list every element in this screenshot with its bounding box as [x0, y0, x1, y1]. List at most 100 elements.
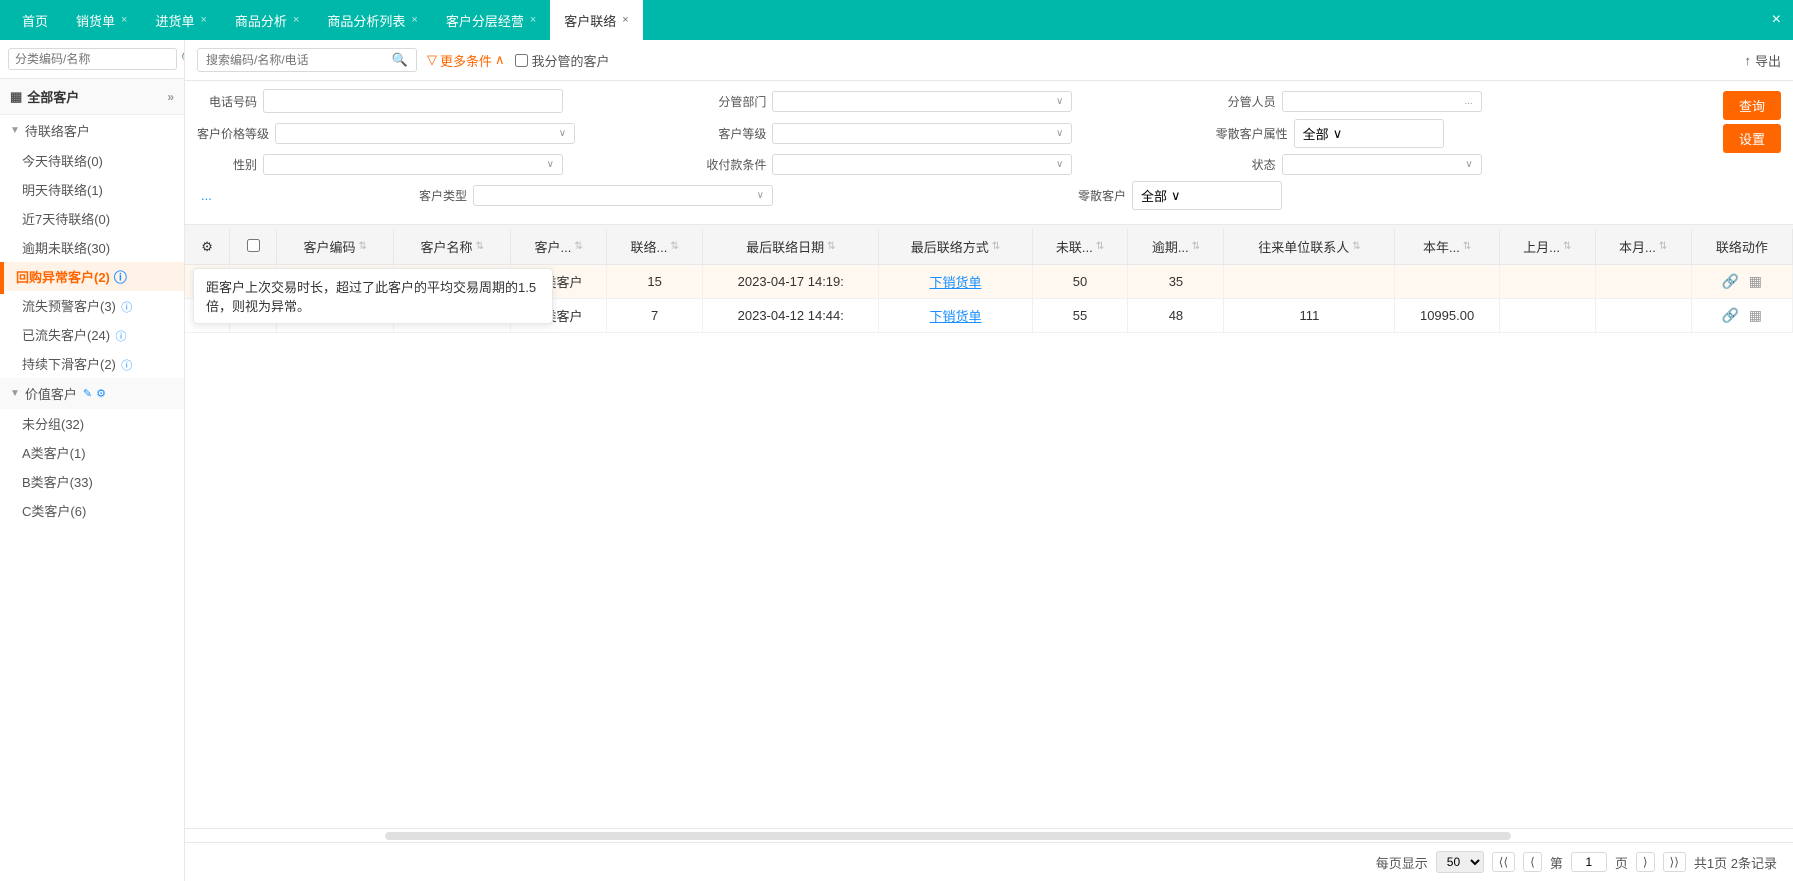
- last-page-button[interactable]: ⟩⟩: [1663, 852, 1686, 872]
- row2-grid-icon[interactable]: ▦: [1749, 307, 1762, 323]
- sort-uncontacted-icon[interactable]: ⇅: [1096, 241, 1104, 252]
- sort-this-year-icon[interactable]: ⇅: [1463, 241, 1471, 252]
- sidebar-item-decline[interactable]: 持续下滑客户(2) ⓘ: [0, 349, 184, 378]
- nav-product-list[interactable]: 商品分析列表 ×: [313, 0, 431, 40]
- settings-value-icon[interactable]: ⚙: [96, 387, 106, 400]
- filter-phone-input[interactable]: [263, 89, 563, 113]
- help-loss-risk-icon[interactable]: ⓘ: [121, 302, 132, 314]
- settings-col-icon[interactable]: ⚙: [201, 239, 213, 254]
- row2-overdue: 48: [1128, 299, 1224, 333]
- nav-sales[interactable]: 销货单 ×: [62, 0, 141, 40]
- filter-search-input[interactable]: [206, 53, 392, 67]
- filter-retail-attr-select[interactable]: 全部 ∨: [1294, 119, 1444, 148]
- nav-home[interactable]: 首页: [8, 0, 62, 40]
- settings-button[interactable]: 设置: [1723, 124, 1781, 153]
- collapse-sidebar-icon[interactable]: »: [167, 90, 174, 104]
- row1-last-month: [1499, 265, 1595, 299]
- query-button[interactable]: 查询: [1723, 91, 1781, 120]
- filter-customer-level-select[interactable]: ∨: [772, 123, 1072, 144]
- sidebar-item-loss-risk[interactable]: 流失预警客户(3) ⓘ: [0, 291, 184, 320]
- sidebar-item-b-class[interactable]: B类客户(33): [0, 467, 184, 496]
- col-checkbox[interactable]: [230, 229, 277, 265]
- filter-price-level-field: 客户价格等级 ∨: [197, 123, 696, 144]
- sidebar-group-value-customers[interactable]: ▼ 价值客户 ✎ ⚙: [0, 378, 184, 409]
- sort-name-icon[interactable]: ⇅: [475, 241, 483, 252]
- row2-last-contact-method[interactable]: 下销货单: [879, 299, 1032, 333]
- sidebar-item-abnormal-repurchase[interactable]: 回购异常客户(2) ⓘ: [0, 262, 184, 291]
- page-size-select[interactable]: 50: [1436, 851, 1484, 873]
- nav-product-analysis[interactable]: 商品分析 ×: [221, 0, 313, 40]
- main-layout: 🔍 ▦ 全部客户 » ▼ 待联络客户 今天待联络(0) 明天待联络(1) 近7天…: [0, 40, 1793, 881]
- sort-overdue-icon[interactable]: ⇅: [1192, 241, 1200, 252]
- row1-grid-icon[interactable]: ▦: [1749, 273, 1762, 289]
- nav-purchase[interactable]: 进货单 ×: [141, 0, 220, 40]
- sort-unit-contact-icon[interactable]: ⇅: [1352, 241, 1360, 252]
- sidebar-item-lost[interactable]: 已流失客户(24) ⓘ: [0, 320, 184, 349]
- all-customers-header[interactable]: ▦ 全部客户 »: [0, 79, 184, 115]
- close-customer-segment-icon[interactable]: ×: [530, 14, 536, 26]
- close-product-analysis-icon[interactable]: ×: [293, 14, 299, 26]
- sort-contact-icon[interactable]: ⇅: [670, 241, 678, 252]
- row2-contact: 7: [607, 299, 703, 333]
- filter-phone-field: 电话号码: [197, 89, 696, 113]
- col-last-month: 上月... ⇅: [1499, 229, 1595, 265]
- row1-last-contact-method[interactable]: 下销货单: [879, 265, 1032, 299]
- export-button[interactable]: ↑ 导出: [1744, 51, 1781, 70]
- help-icon[interactable]: ⓘ: [114, 267, 127, 286]
- filter-payment-select[interactable]: ∨: [772, 154, 1072, 175]
- sort-type-icon[interactable]: ⇅: [574, 241, 582, 252]
- filter-row-1: 电话号码 分管部门 ∨ 分管人员: [197, 89, 1715, 113]
- close-purchase-icon[interactable]: ×: [200, 14, 206, 26]
- close-product-list-icon[interactable]: ×: [411, 14, 417, 26]
- my-customers-checkbox[interactable]: 我分管的客户: [515, 51, 610, 70]
- sort-last-date-icon[interactable]: ⇅: [827, 241, 835, 252]
- sort-last-month-icon[interactable]: ⇅: [1563, 241, 1571, 252]
- nav-customer-segment[interactable]: 客户分层经营 ×: [432, 0, 550, 40]
- filter-status-select[interactable]: ∨: [1282, 154, 1482, 175]
- row2-link-icon[interactable]: 🔗: [1722, 307, 1739, 323]
- close-all-tabs-button[interactable]: ×: [1772, 11, 1781, 29]
- filter-retail-customer-select[interactable]: 全部 ∨: [1132, 181, 1282, 210]
- first-page-button[interactable]: ⟨⟨: [1492, 852, 1515, 872]
- col-last-contact-date: 最后联络日期 ⇅: [703, 229, 879, 265]
- help-decline-icon[interactable]: ⓘ: [121, 360, 132, 372]
- page-number-input[interactable]: [1571, 852, 1607, 872]
- row1-link-icon[interactable]: 🔗: [1722, 273, 1739, 289]
- select-all-checkbox[interactable]: [247, 239, 260, 252]
- sidebar-item-today[interactable]: 今天待联络(0): [0, 146, 184, 175]
- filter-search-icon[interactable]: 🔍: [392, 52, 408, 68]
- col-settings[interactable]: ⚙: [185, 229, 230, 265]
- sort-this-month-icon[interactable]: ⇅: [1659, 241, 1667, 252]
- horizontal-scrollbar[interactable]: [185, 828, 1793, 842]
- row2-last-month: [1499, 299, 1595, 333]
- col-this-month: 本月... ⇅: [1595, 229, 1691, 265]
- next-page-button[interactable]: ⟩: [1636, 852, 1655, 872]
- sidebar-item-c-class[interactable]: C类客户(6): [0, 496, 184, 525]
- filter-row-3: 性别 ∨ 收付款条件 ∨: [197, 154, 1715, 175]
- filter-gender-select[interactable]: ∨: [263, 154, 563, 175]
- sidebar-item-overdue[interactable]: 逾期未联络(30): [0, 233, 184, 262]
- sidebar-item-ungroup[interactable]: 未分组(32): [0, 409, 184, 438]
- sidebar-item-a-class[interactable]: A类客户(1): [0, 438, 184, 467]
- more-conditions-button[interactable]: ▽ 更多条件 ∧: [427, 51, 505, 70]
- filter-price-level-select[interactable]: ∨: [275, 123, 575, 144]
- sidebar-group-pending-contact[interactable]: ▼ 待联络客户: [0, 115, 184, 146]
- close-customer-contact-icon[interactable]: ×: [622, 14, 628, 26]
- filter-dept-select[interactable]: ∨: [772, 91, 1072, 112]
- sidebar-item-tomorrow[interactable]: 明天待联络(1): [0, 175, 184, 204]
- prev-page-button[interactable]: ⟨: [1523, 852, 1542, 872]
- edit-value-icon[interactable]: ✎: [83, 387, 92, 400]
- filter-customer-type-select[interactable]: ∨: [473, 185, 773, 206]
- sort-method-icon[interactable]: ⇅: [992, 241, 1000, 252]
- filter-manager-select[interactable]: ...: [1282, 91, 1482, 112]
- sidebar-item-week[interactable]: 近7天待联络(0): [0, 204, 184, 233]
- nav-customer-contact[interactable]: 客户联络 ×: [550, 0, 642, 40]
- my-customers-check[interactable]: [515, 54, 528, 67]
- more-filter-dots[interactable]: ...: [201, 188, 212, 203]
- close-sales-icon[interactable]: ×: [121, 14, 127, 26]
- sidebar-search-input[interactable]: [8, 48, 177, 70]
- tooltip-box: 距客户上次交易时长，超过了此客户的平均交易周期的1.5倍，则视为异常。: [193, 268, 553, 324]
- retail-attr-chevron-icon: ∨: [1333, 126, 1343, 142]
- sort-code-icon[interactable]: ⇅: [358, 241, 366, 252]
- help-lost-icon[interactable]: ⓘ: [115, 331, 126, 343]
